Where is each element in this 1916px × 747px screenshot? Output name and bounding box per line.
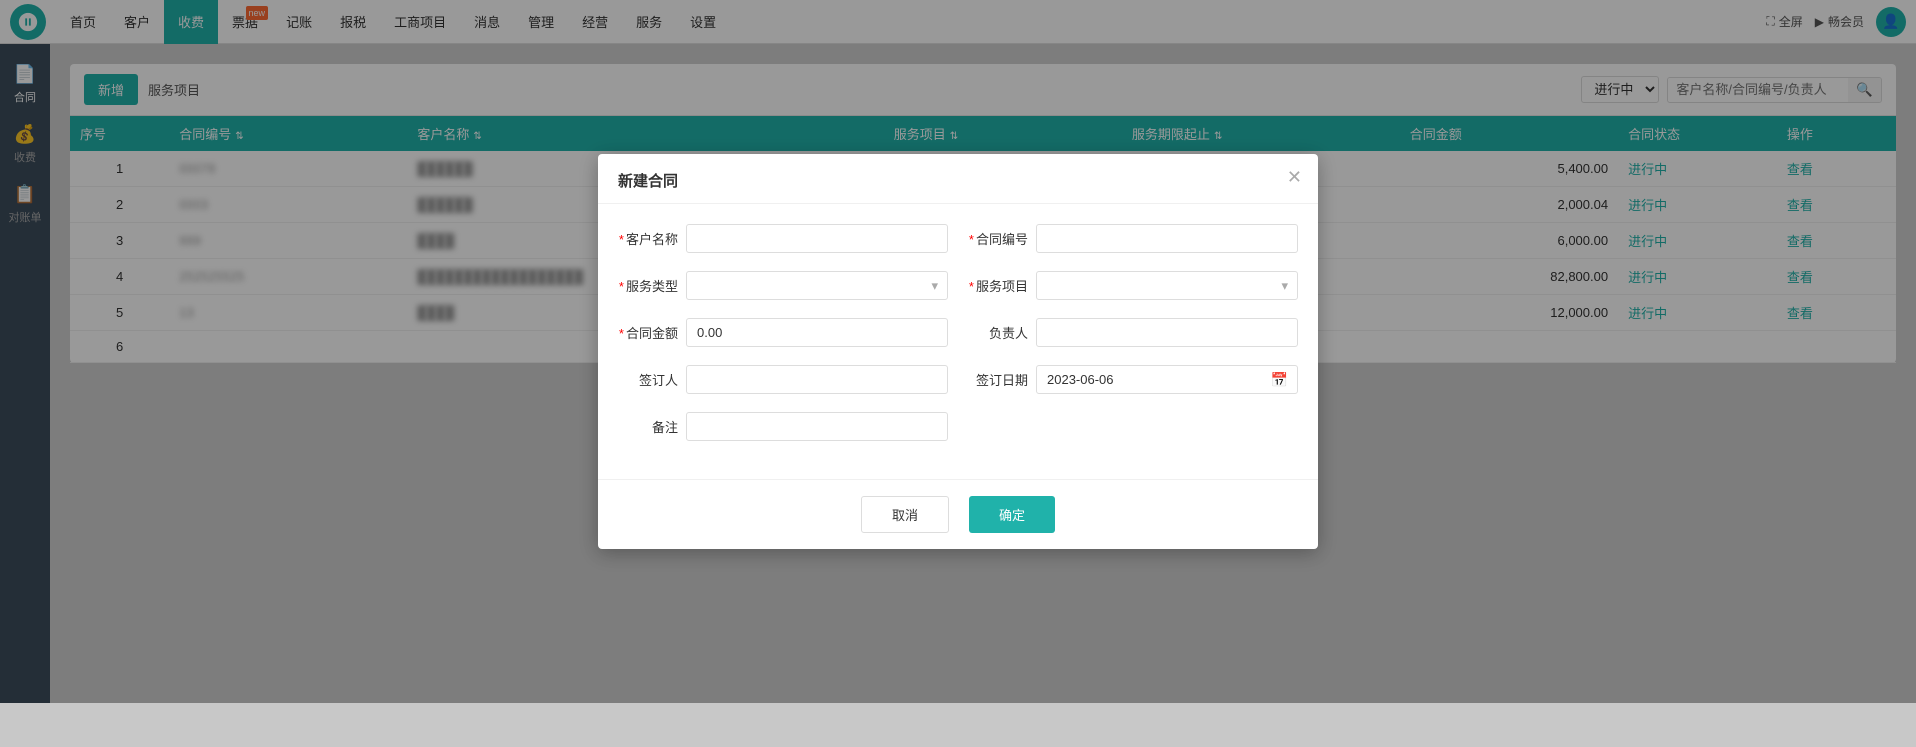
service-item-select-wrap (1036, 271, 1298, 300)
cancel-button[interactable]: 取消 (861, 496, 949, 533)
form-row-3: *合同金额 负责人 (618, 318, 1298, 347)
form-row-2: *服务类型 *服务项目 (618, 271, 1298, 300)
service-item-label: *服务项目 (968, 276, 1028, 295)
client-name-label: *客户名称 (618, 229, 678, 248)
modal-title: 新建合同 (618, 173, 678, 190)
form-group-signer: 签订人 (618, 365, 948, 394)
sign-date-label: 签订日期 (968, 370, 1028, 389)
service-type-label: *服务类型 (618, 276, 678, 295)
modal-footer: 取消 确定 (598, 479, 1318, 549)
form-group-amount: *合同金额 (618, 318, 948, 347)
responsible-person-input[interactable] (1036, 318, 1298, 347)
form-group-client: *客户名称 (618, 224, 948, 253)
contract-no-input[interactable] (1036, 224, 1298, 253)
signer-label: 签订人 (618, 370, 678, 389)
service-item-select[interactable] (1036, 271, 1298, 300)
form-group-service-type: *服务类型 (618, 271, 948, 300)
form-row-1: *客户名称 *合同编号 (618, 224, 1298, 253)
modal-close-button[interactable]: ✕ (1287, 168, 1302, 186)
service-type-select[interactable] (686, 271, 948, 300)
form-group-responsible: 负责人 (968, 318, 1298, 347)
sign-date-input[interactable] (1036, 365, 1298, 394)
notes-label: 备注 (618, 417, 678, 436)
confirm-button[interactable]: 确定 (969, 496, 1055, 533)
calendar-icon[interactable]: 📅 (1271, 371, 1288, 388)
form-group-sign-date: 签订日期 📅 (968, 365, 1298, 394)
modal-overlay[interactable]: 新建合同 ✕ *客户名称 *合同编号 (0, 0, 1916, 703)
service-type-select-wrap (686, 271, 948, 300)
modal: 新建合同 ✕ *客户名称 *合同编号 (598, 154, 1318, 549)
signer-input[interactable] (686, 365, 948, 394)
contract-amount-label: *合同金额 (618, 323, 678, 342)
contract-no-label: *合同编号 (968, 229, 1028, 248)
notes-input[interactable] (686, 412, 948, 441)
form-group-service-item: *服务项目 (968, 271, 1298, 300)
form-group-contract-no: *合同编号 (968, 224, 1298, 253)
responsible-person-label: 负责人 (968, 323, 1028, 342)
modal-body: *客户名称 *合同编号 *服务类型 (598, 204, 1318, 479)
form-row-4: 签订人 签订日期 📅 (618, 365, 1298, 394)
sign-date-wrap: 📅 (1036, 365, 1298, 394)
contract-amount-input[interactable] (686, 318, 948, 347)
form-group-notes: 备注 (618, 412, 948, 441)
client-name-input[interactable] (686, 224, 948, 253)
modal-header: 新建合同 ✕ (598, 154, 1318, 204)
empty-placeholder (968, 412, 1298, 441)
form-row-5: 备注 (618, 412, 1298, 441)
